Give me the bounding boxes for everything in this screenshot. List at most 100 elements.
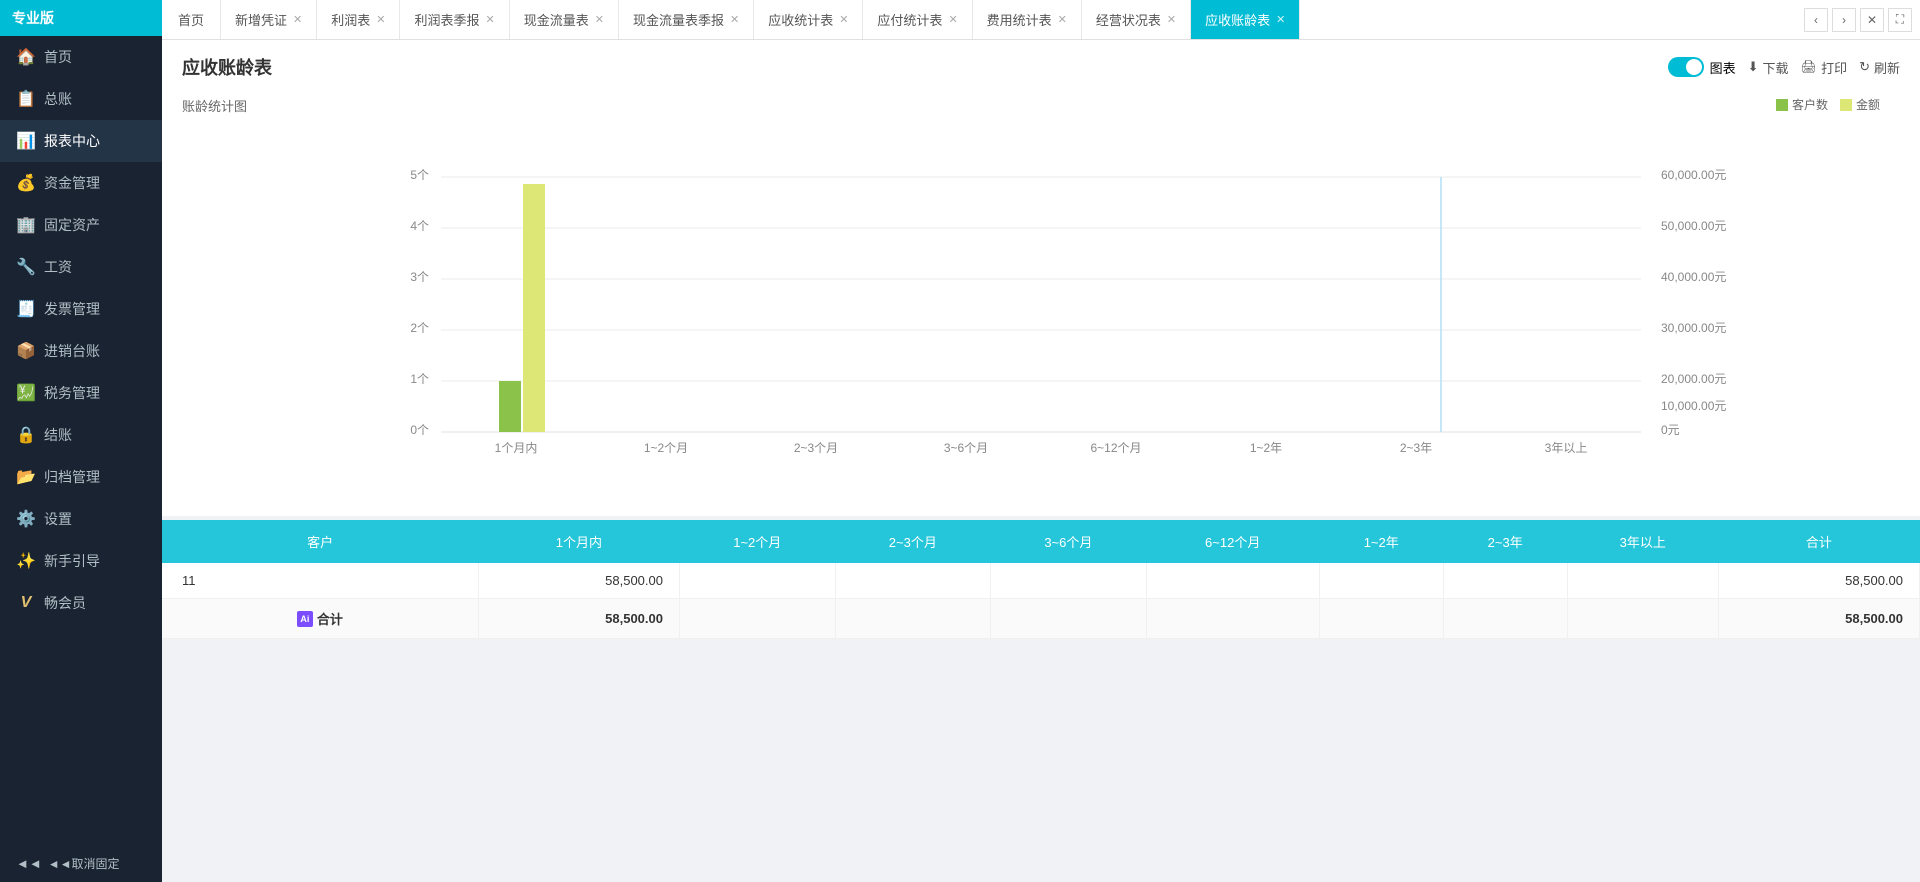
legend-customers-dot [1776, 99, 1788, 111]
sidebar-item-assets[interactable]: 🏢 固定资产 [0, 204, 162, 246]
tab-close-icon[interactable]: ✕ [486, 13, 495, 26]
toggle-track[interactable] [1668, 57, 1704, 77]
tab-controls: ‹ › ✕ ⛶ [1796, 8, 1920, 32]
svg-text:2个: 2个 [410, 321, 429, 335]
tab-ar-stat[interactable]: 应收统计表 ✕ [754, 0, 863, 40]
table-row: 11 58,500.00 58,500.00 [162, 563, 1920, 599]
tab-close-icon[interactable]: ✕ [595, 13, 604, 26]
invoice-icon: 🧾 [16, 299, 36, 319]
sidebar-pin-toggle[interactable]: ◄◄ ◄◄取消固定 [0, 845, 162, 882]
tab-close-icon[interactable]: ✕ [1276, 13, 1285, 26]
tab-voucher[interactable]: 新增凭证 ✕ [221, 0, 317, 40]
print-icon: 🖨 [1801, 59, 1818, 75]
tab-close-all-button[interactable]: ✕ [1860, 8, 1884, 32]
sidebar-item-reports[interactable]: 📊 报表中心 [0, 120, 162, 162]
sidebar-item-tax[interactable]: 💹 税务管理 [0, 372, 162, 414]
sidebar-item-settings[interactable]: ⚙️ 设置 [0, 498, 162, 540]
sidebar-item-ledger[interactable]: 📋 总账 [0, 78, 162, 120]
sidebar-item-label: 畅会员 [44, 593, 86, 613]
tab-cashflow-q[interactable]: 现金流量表季报 ✕ [619, 0, 754, 40]
tab-cashflow[interactable]: 现金流量表 ✕ [510, 0, 619, 40]
tab-next-button[interactable]: › [1832, 8, 1856, 32]
tab-ap-stat[interactable]: 应付统计表 ✕ [863, 0, 972, 40]
sidebar-item-invoice[interactable]: 🧾 发票管理 [0, 288, 162, 330]
sidebar-item-label: 税务管理 [44, 383, 100, 403]
refresh-button[interactable]: ↻ 刷新 [1859, 58, 1900, 77]
tab-label: 应收统计表 [768, 10, 833, 29]
sidebar-item-label: 发票管理 [44, 299, 100, 319]
bar-chart-svg: 5个 4个 3个 2个 1个 0个 60,000.00元 50,000.00元 … [182, 127, 1900, 467]
tab-close-icon[interactable]: ✕ [1167, 13, 1176, 26]
tab-label: 利润表 [331, 10, 370, 29]
chart-legend: 客户数 金额 [1776, 96, 1880, 113]
th-y3: 2~3年 [1443, 520, 1567, 563]
svg-text:3~6个月: 3~6个月 [944, 441, 988, 455]
sidebar-item-guide[interactable]: ✨ 新手引导 [0, 540, 162, 582]
th-total: 合计 [1718, 520, 1919, 563]
tab-label: 现金流量表 [524, 10, 589, 29]
svg-text:4个: 4个 [410, 219, 429, 233]
sidebar: 专业版 🏠 首页 📋 总账 📊 报表中心 💰 资金管理 🏢 固定资产 🔧 工资 … [0, 0, 162, 882]
sidebar-item-stock[interactable]: 📦 进销台账 [0, 330, 162, 372]
download-button[interactable]: ⬇ 下载 [1748, 58, 1789, 77]
svg-text:0元: 0元 [1661, 423, 1680, 437]
tab-close-icon[interactable]: ✕ [293, 13, 302, 26]
tab-expense[interactable]: 费用统计表 ✕ [973, 0, 1082, 40]
tab-close-icon[interactable]: ✕ [1058, 13, 1067, 26]
print-button[interactable]: 🖨 打印 [1801, 58, 1848, 77]
tab-profit-q[interactable]: 利润表季报 ✕ [400, 0, 509, 40]
svg-text:3个: 3个 [410, 270, 429, 284]
total-icon: Ai [297, 611, 313, 627]
tab-label: 应收账龄表 [1205, 10, 1270, 29]
main-area: 首页 新增凭证 ✕ 利润表 ✕ 利润表季报 ✕ 现金流量表 ✕ 现金流量表季报 … [162, 0, 1920, 882]
cell-y3 [1443, 563, 1567, 599]
total-total: 58,500.00 [1718, 599, 1919, 639]
capital-icon: 💰 [16, 173, 36, 193]
tab-ar-aging[interactable]: 应收账龄表 ✕ [1191, 0, 1300, 40]
tab-expand-button[interactable]: ⛶ [1888, 8, 1912, 32]
tab-close-icon[interactable]: ✕ [730, 13, 739, 26]
tab-label: 应付统计表 [877, 10, 942, 29]
th-m12: 6~12个月 [1146, 520, 1319, 563]
svg-text:1~2个月: 1~2个月 [644, 441, 688, 455]
cell-m1: 58,500.00 [478, 563, 679, 599]
chart-area: 账龄统计图 客户数 金额 5个 4个 3个 [162, 80, 1920, 516]
cell-m12 [1146, 563, 1319, 599]
total-m12 [1146, 599, 1319, 639]
sidebar-item-home[interactable]: 🏠 首页 [0, 36, 162, 78]
tab-home[interactable]: 首页 [162, 0, 221, 40]
table-total-row: Ai 合计 58,500.00 58,500.00 [162, 599, 1920, 639]
th-m1: 1个月内 [478, 520, 679, 563]
data-table: 客户 1个月内 1~2个月 2~3个月 3~6个月 6~12个月 1~2年 2~… [162, 520, 1920, 639]
sidebar-item-capital[interactable]: 💰 资金管理 [0, 162, 162, 204]
svg-text:2~3个月: 2~3个月 [794, 441, 838, 455]
th-y-more: 3年以上 [1567, 520, 1718, 563]
sidebar-item-archive[interactable]: 📂 归档管理 [0, 456, 162, 498]
tab-bizstatus[interactable]: 经营状况表 ✕ [1082, 0, 1191, 40]
svg-text:50,000.00元: 50,000.00元 [1661, 219, 1726, 233]
svg-text:2~3年: 2~3年 [1400, 441, 1432, 455]
total-m1: 58,500.00 [478, 599, 679, 639]
tab-profit[interactable]: 利润表 ✕ [317, 0, 400, 40]
sidebar-item-label: 首页 [44, 47, 72, 67]
total-m6 [991, 599, 1147, 639]
tab-close-icon[interactable]: ✕ [376, 13, 385, 26]
download-label: 下载 [1763, 58, 1789, 77]
sidebar-item-label: 工资 [44, 257, 72, 277]
tab-prev-button[interactable]: ‹ [1804, 8, 1828, 32]
sidebar-item-label: 结账 [44, 425, 72, 445]
toggle-label: 图表 [1710, 58, 1736, 77]
legend-customers-label: 客户数 [1792, 96, 1828, 113]
sidebar-item-closing[interactable]: 🔒 结账 [0, 414, 162, 456]
tab-close-icon[interactable]: ✕ [948, 13, 957, 26]
chart-toggle[interactable]: 图表 [1668, 57, 1736, 77]
tab-label: 费用统计表 [987, 10, 1052, 29]
legend-amount-label: 金额 [1856, 96, 1880, 113]
sidebar-item-member[interactable]: V 畅会员 [0, 582, 162, 624]
sidebar-item-payroll[interactable]: 🔧 工资 [0, 246, 162, 288]
cell-y-more [1567, 563, 1718, 599]
stock-icon: 📦 [16, 341, 36, 361]
tab-close-icon[interactable]: ✕ [839, 13, 848, 26]
svg-text:10,000.00元: 10,000.00元 [1661, 399, 1726, 413]
cell-m6 [991, 563, 1147, 599]
